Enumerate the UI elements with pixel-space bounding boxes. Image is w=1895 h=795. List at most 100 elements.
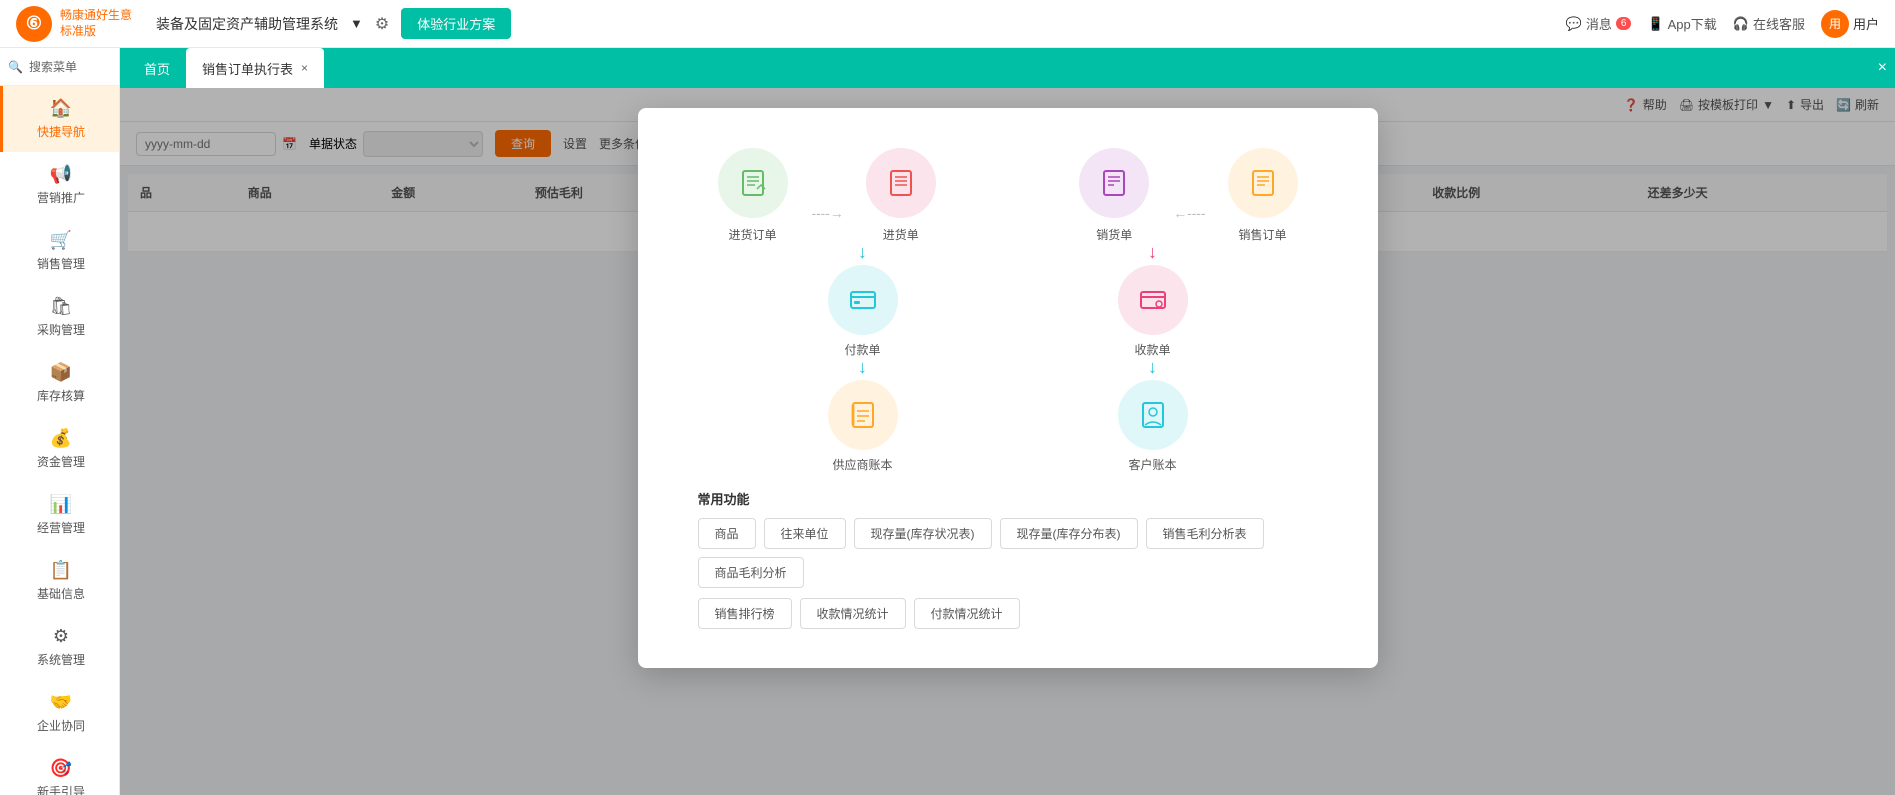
tab-home-label: 首页 [144, 59, 170, 78]
sidebar-item-label: 销售管理 [37, 255, 85, 272]
gear-icon[interactable]: ⚙ [375, 14, 389, 34]
sidebar-item-finance[interactable]: 💰 资金管理 [0, 416, 119, 482]
try-button[interactable]: 体验行业方案 [401, 8, 511, 39]
modal-content: 进货订单 - - - - → [638, 108, 1378, 668]
user-area[interactable]: 用 用户 [1821, 10, 1879, 38]
sidebar-item-label: 营销推广 [37, 189, 85, 206]
receipt-icon [1118, 265, 1188, 335]
supplier-account-label: 供应商账本 [832, 456, 892, 473]
chevron-down-icon: ▼ [350, 16, 363, 31]
settings-icon: ⚙ [53, 626, 69, 647]
sidebar: 🔍 搜索菜单 🏠 快捷导航 📢 营销推广 🛒 销售管理 🛍 采购管理 📦 [0, 48, 120, 795]
quick-btn-receipt-stats[interactable]: 收款情况统计 [800, 598, 906, 629]
quick-btn-product[interactable]: 商品 [698, 518, 756, 549]
flow-node-sales-order: 销售订单 [1208, 148, 1318, 243]
modal: 进货订单 - - - - → [638, 108, 1378, 668]
arrow-purchase-order-to-receipt: - - - - → [808, 205, 846, 221]
system-title: 装备及固定资产辅助管理系统 [156, 14, 338, 34]
purchase-receipt-icon [866, 148, 936, 218]
sidebar-item-system[interactable]: ⚙ 系统管理 [0, 614, 119, 680]
sidebar-item-label: 企业协同 [37, 717, 85, 734]
customer-account-label: 客户账本 [1128, 456, 1176, 473]
sidebar-item-operations[interactable]: 📊 经营管理 [0, 482, 119, 548]
supplier-account-icon [828, 380, 898, 450]
tab-bar: 首页 销售订单执行表 × × [120, 48, 1895, 88]
money-icon: 💰 [50, 428, 72, 449]
quick-btn-product-gross[interactable]: 商品毛利分析 [698, 557, 804, 588]
online-service-action[interactable]: 🎧 在线客服 [1733, 14, 1805, 33]
logo-area: ⑥ 畅康通好生意 标准版 [16, 6, 136, 42]
arrow-sales-order-to-receipt: ← - - - - [1169, 205, 1207, 221]
message-icon: 💬 [1566, 16, 1582, 32]
clipboard-icon: 📋 [50, 560, 72, 581]
customer-account-icon [1118, 380, 1188, 450]
guide-icon: 🎯 [50, 758, 72, 779]
quick-buttons-row1: 商品 往来单位 现存量(库存状况表) 现存量(库存分布表) 销售毛利分析表 商品… [678, 518, 1338, 598]
sales-receipt-icon [1079, 148, 1149, 218]
sidebar-item-label: 新手引导 [37, 783, 85, 795]
online-service-label: 在线客服 [1753, 14, 1805, 33]
tab-sales-order[interactable]: 销售订单执行表 × [186, 48, 324, 88]
sidebar-item-marketing[interactable]: 📢 营销推广 [0, 152, 119, 218]
tab-home[interactable]: 首页 [128, 48, 186, 88]
tab-sales-order-label: 销售订单执行表 [202, 59, 293, 78]
message-action[interactable]: 💬 消息 6 [1566, 14, 1632, 33]
sidebar-item-inventory[interactable]: 📦 库存核算 [0, 350, 119, 416]
down-arrow-purchase: ↓ [858, 243, 867, 261]
quick-btn-sales-gross[interactable]: 销售毛利分析表 [1146, 518, 1264, 549]
handshake-icon: 🤝 [50, 692, 72, 713]
flow-diagram: 进货订单 - - - - → [678, 138, 1338, 473]
down-arrow-payment: ↓ [858, 358, 867, 376]
bag-icon: 🛍 [50, 296, 73, 317]
top-bar-actions: 💬 消息 6 📱 App下载 🎧 在线客服 用 用户 [1566, 10, 1879, 38]
modal-overlay: 进货订单 - - - - → [120, 88, 1895, 795]
sidebar-search-label: 搜索菜单 [29, 58, 77, 75]
quick-btn-stock-distribution[interactable]: 现存量(库存分布表) [1000, 518, 1138, 549]
app-download-label: App下载 [1668, 14, 1717, 33]
sidebar-item-purchase[interactable]: 🛍 采购管理 [0, 284, 119, 350]
dropdown-btn[interactable]: ▼ [350, 16, 363, 31]
quick-btn-counterparty[interactable]: 往来单位 [764, 518, 846, 549]
tab-bar-close-icon[interactable]: × [1878, 59, 1887, 77]
sales-order-label: 销售订单 [1238, 226, 1286, 243]
sidebar-item-quick-nav[interactable]: 🏠 快捷导航 [0, 86, 119, 152]
flow-node-sales-receipt: 销货单 [1059, 148, 1169, 243]
flow-node-purchase-receipt: 进货单 [846, 148, 956, 243]
sidebar-item-sales[interactable]: 🛒 销售管理 [0, 218, 119, 284]
down-arrow-sales: ↓ [1148, 243, 1157, 261]
quick-btn-stock-status[interactable]: 现存量(库存状况表) [854, 518, 992, 549]
sidebar-search[interactable]: 🔍 搜索菜单 [0, 48, 119, 86]
purchase-receipt-label: 进货单 [883, 226, 919, 243]
message-label: 消息 [1586, 14, 1612, 33]
phone-icon: 📱 [1647, 16, 1663, 32]
message-badge: 6 [1616, 17, 1632, 30]
sidebar-item-label: 系统管理 [37, 651, 85, 668]
logo-icon: ⑥ [16, 6, 52, 42]
app-download-action[interactable]: 📱 App下载 [1647, 14, 1716, 33]
purchase-order-icon [718, 148, 788, 218]
sidebar-item-enterprise[interactable]: 🤝 企业协同 [0, 680, 119, 746]
quick-btn-payment-stats[interactable]: 付款情况统计 [914, 598, 1020, 629]
logo-text: 畅康通好生意 标准版 [60, 8, 132, 39]
top-bar-left: ⑥ 畅康通好生意 标准版 装备及固定资产辅助管理系统 ▼ ⚙ 体验行业方案 [16, 6, 511, 42]
sidebar-item-label: 快捷导航 [37, 123, 85, 140]
chart-icon: 📊 [50, 494, 72, 515]
sidebar-item-basic-info[interactable]: 📋 基础信息 [0, 548, 119, 614]
payment-label: 付款单 [844, 341, 880, 358]
service-icon: 🎧 [1733, 16, 1749, 32]
main-layout: 🔍 搜索菜单 🏠 快捷导航 📢 营销推广 🛒 销售管理 🛍 采购管理 📦 [0, 48, 1895, 795]
flow-node-purchase-order: 进货订单 [698, 148, 808, 243]
page-content: ❓ 帮助 🖨 按模板打印 ▼ ⬆ 导出 🔄 刷新 [120, 88, 1895, 795]
sidebar-item-newbie[interactable]: 🎯 新手引导 [0, 746, 119, 795]
section-title: 常用功能 [698, 489, 1318, 508]
content-area: 首页 销售订单执行表 × × ❓ 帮助 🖨 按 [120, 48, 1895, 795]
tab-close-icon[interactable]: × [301, 61, 308, 75]
sidebar-item-label: 库存核算 [37, 387, 85, 404]
sidebar-item-label: 采购管理 [37, 321, 85, 338]
sidebar-item-label: 资金管理 [37, 453, 85, 470]
down-arrow-receipt: ↓ [1148, 358, 1157, 376]
quick-btn-sales-ranking[interactable]: 销售排行榜 [698, 598, 792, 629]
home-icon: 🏠 [50, 98, 72, 119]
megaphone-icon: 📢 [50, 164, 72, 185]
quick-buttons-row2: 销售排行榜 收款情况统计 付款情况统计 [678, 598, 1338, 639]
